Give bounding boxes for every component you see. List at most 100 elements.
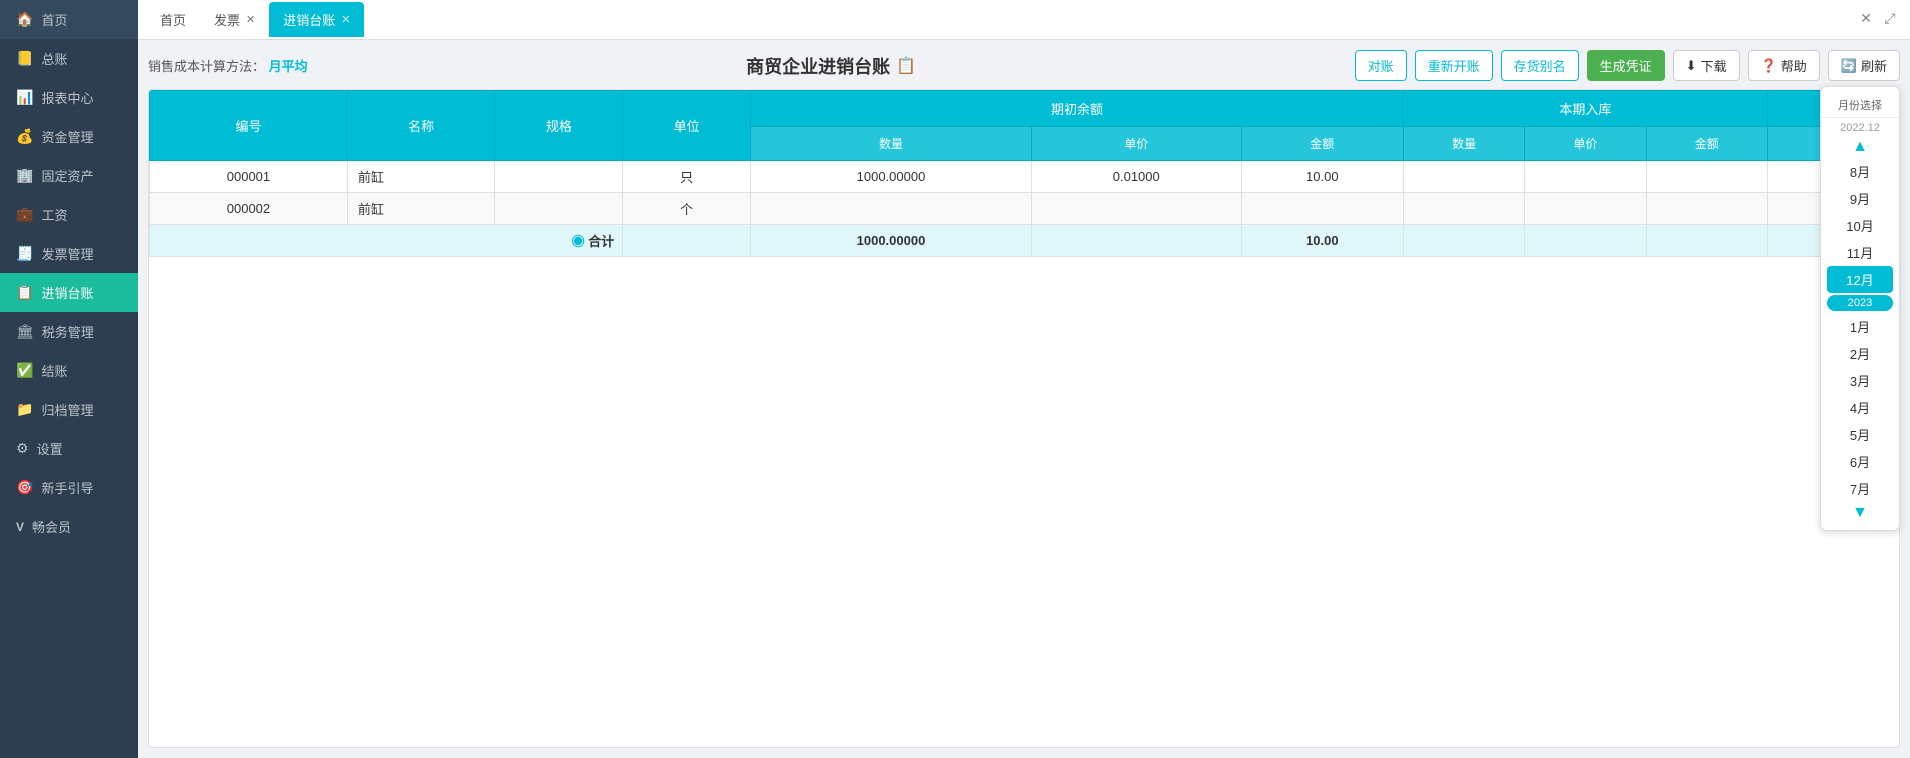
table-total-row: ◉ 合计 1000.00000 10.00	[150, 225, 1899, 257]
refresh-button[interactable]: 🔄 刷新	[1828, 50, 1900, 81]
month-5[interactable]: 5月	[1821, 421, 1899, 448]
month-down-button[interactable]: ▼	[1848, 504, 1872, 522]
table-row: 000001 前缸 只 1000.00000 0.01000 10.00	[150, 161, 1899, 193]
year-2023-tag: 2023	[1827, 295, 1893, 311]
sidebar-item-fixed-assets[interactable]: 🏢 固定资产	[0, 156, 138, 195]
cell-in-unit-price	[1525, 161, 1646, 193]
col-code: 编号	[150, 91, 348, 161]
total-label-cell: ◉ 合计	[150, 225, 623, 257]
close-tab-purchase-sales[interactable]: ✕	[341, 13, 350, 26]
cell-opening-amount	[1241, 193, 1403, 225]
tax-icon: 🏛	[16, 323, 34, 340]
month-2[interactable]: 2月	[1821, 340, 1899, 367]
toolbar: 销售成本计算方法： 月平均 商贸企业进销台账 📋 对账 重新开账 存货别名 生成…	[148, 50, 1900, 81]
total-opening-unit-price	[1031, 225, 1241, 257]
month-12-active[interactable]: 12月	[1827, 266, 1893, 293]
month-7[interactable]: 7月	[1821, 475, 1899, 502]
table-row: 000002 前缸 个	[150, 193, 1899, 225]
close-button[interactable]: ✕	[1856, 8, 1876, 28]
month-4[interactable]: 4月	[1821, 394, 1899, 421]
close-tab-invoice[interactable]: ✕	[246, 13, 255, 26]
settings-icon: ⚙	[16, 440, 29, 457]
checkout-icon: ✅	[16, 362, 33, 379]
cell-unit: 个	[623, 193, 751, 225]
total-in-qty	[1403, 225, 1524, 257]
guide-icon: 🎯	[16, 479, 33, 496]
purchase-sales-icon: 📋	[16, 284, 33, 301]
generate-voucher-button[interactable]: 生成凭证	[1587, 50, 1665, 81]
month-6[interactable]: 6月	[1821, 448, 1899, 475]
home-icon: 🏠	[16, 11, 33, 28]
col-current-in: 本期入库	[1403, 91, 1767, 127]
tab-purchase-sales[interactable]: 进销台账 ✕	[269, 2, 364, 37]
month-selector-title: 月份选择	[1821, 93, 1899, 118]
sidebar-item-settings[interactable]: ⚙ 设置	[0, 429, 138, 468]
fixed-assets-icon: 🏢	[16, 167, 33, 184]
cell-in-qty	[1403, 161, 1524, 193]
sub-in-qty: 数量	[1403, 127, 1524, 161]
tab-home[interactable]: 首页	[146, 2, 200, 37]
month-nav-up: ▲	[1821, 136, 1899, 158]
cell-name: 前缸	[347, 193, 495, 225]
maximize-button[interactable]: ⤢	[1880, 8, 1900, 28]
cell-name: 前缸	[347, 161, 495, 193]
sidebar-item-member[interactable]: V 畅会员	[0, 507, 138, 546]
ledger-icon: 📒	[16, 50, 33, 67]
download-button[interactable]: ⬇ 下载	[1673, 50, 1740, 81]
cell-opening-qty	[751, 193, 1032, 225]
sidebar-item-fund-management[interactable]: 💰 资金管理	[0, 117, 138, 156]
col-unit: 单位	[623, 91, 751, 161]
help-icon: ❓	[1761, 58, 1777, 74]
salary-icon: 💼	[16, 206, 33, 223]
month-10[interactable]: 10月	[1821, 212, 1899, 239]
re-open-button[interactable]: 重新开账	[1415, 50, 1493, 81]
month-up-button[interactable]: ▲	[1848, 138, 1872, 156]
page-content: 销售成本计算方法： 月平均 商贸企业进销台账 📋 对账 重新开账 存货别名 生成…	[138, 40, 1910, 758]
sidebar-item-guide[interactable]: 🎯 新手引导	[0, 468, 138, 507]
tab-invoice[interactable]: 发票 ✕	[200, 2, 269, 37]
sidebar-item-archive[interactable]: 📁 归档管理	[0, 390, 138, 429]
invoice-icon: 🧾	[16, 245, 33, 262]
cell-code: 000002	[150, 193, 348, 225]
title-icon: 📋	[896, 56, 916, 76]
sidebar-item-report-center[interactable]: 📊 报表中心	[0, 78, 138, 117]
total-icon: ◉	[572, 234, 585, 249]
cell-code: 000001	[150, 161, 348, 193]
archive-icon: 📁	[16, 401, 33, 418]
cell-opening-amount: 10.00	[1241, 161, 1403, 193]
sub-in-unit-price: 单价	[1525, 127, 1646, 161]
sidebar-item-purchase-sales[interactable]: 📋 进销台账	[0, 273, 138, 312]
cell-spec	[495, 193, 623, 225]
cell-unit: 只	[623, 161, 751, 193]
col-opening-balance: 期初余额	[751, 91, 1404, 127]
cell-in-unit-price	[1525, 193, 1646, 225]
sidebar-item-checkout[interactable]: ✅ 结账	[0, 351, 138, 390]
report-icon: 📊	[16, 89, 33, 106]
dui-zhang-button[interactable]: 对账	[1355, 50, 1407, 81]
fund-icon: 💰	[16, 128, 33, 145]
total-in-amount	[1646, 225, 1767, 257]
cell-opening-unit-price	[1031, 193, 1241, 225]
help-button[interactable]: ❓ 帮助	[1748, 50, 1820, 81]
total-opening-amount: 10.00	[1241, 225, 1403, 257]
month-11[interactable]: 11月	[1821, 239, 1899, 266]
member-icon: V	[16, 520, 24, 534]
month-selector-panel: 月份选择 2022.12 ▲ 8月 9月 10月 11月 12月 2023 1月…	[1820, 86, 1900, 531]
month-selector-year-2022: 2022.12	[1821, 122, 1899, 134]
month-1[interactable]: 1月	[1821, 313, 1899, 340]
data-table-wrap: 编号 名称 规格 单位 期初余额 本期入库 数 数量 单价 金额 数量 单价	[148, 89, 1900, 748]
window-controls: ✕ ⤢	[1846, 0, 1910, 36]
month-9[interactable]: 9月	[1821, 185, 1899, 212]
cell-opening-unit-price: 0.01000	[1031, 161, 1241, 193]
save-alias-button[interactable]: 存货别名	[1501, 50, 1579, 81]
sidebar-item-invoice-management[interactable]: 🧾 发票管理	[0, 234, 138, 273]
month-8[interactable]: 8月	[1821, 158, 1899, 185]
sidebar-item-general-ledger[interactable]: 📒 总账	[0, 39, 138, 78]
month-3[interactable]: 3月	[1821, 367, 1899, 394]
main-area: ✕ ⤢ 首页 发票 ✕ 进销台账 ✕ 销售成本计算方法： 月平均 商贸企业进销台…	[138, 0, 1910, 758]
col-name: 名称	[347, 91, 495, 161]
sidebar-item-home[interactable]: 🏠 首页	[0, 0, 138, 39]
sidebar-item-tax-management[interactable]: 🏛 税务管理	[0, 312, 138, 351]
sidebar-item-salary[interactable]: 💼 工资	[0, 195, 138, 234]
refresh-icon: 🔄	[1841, 58, 1857, 74]
